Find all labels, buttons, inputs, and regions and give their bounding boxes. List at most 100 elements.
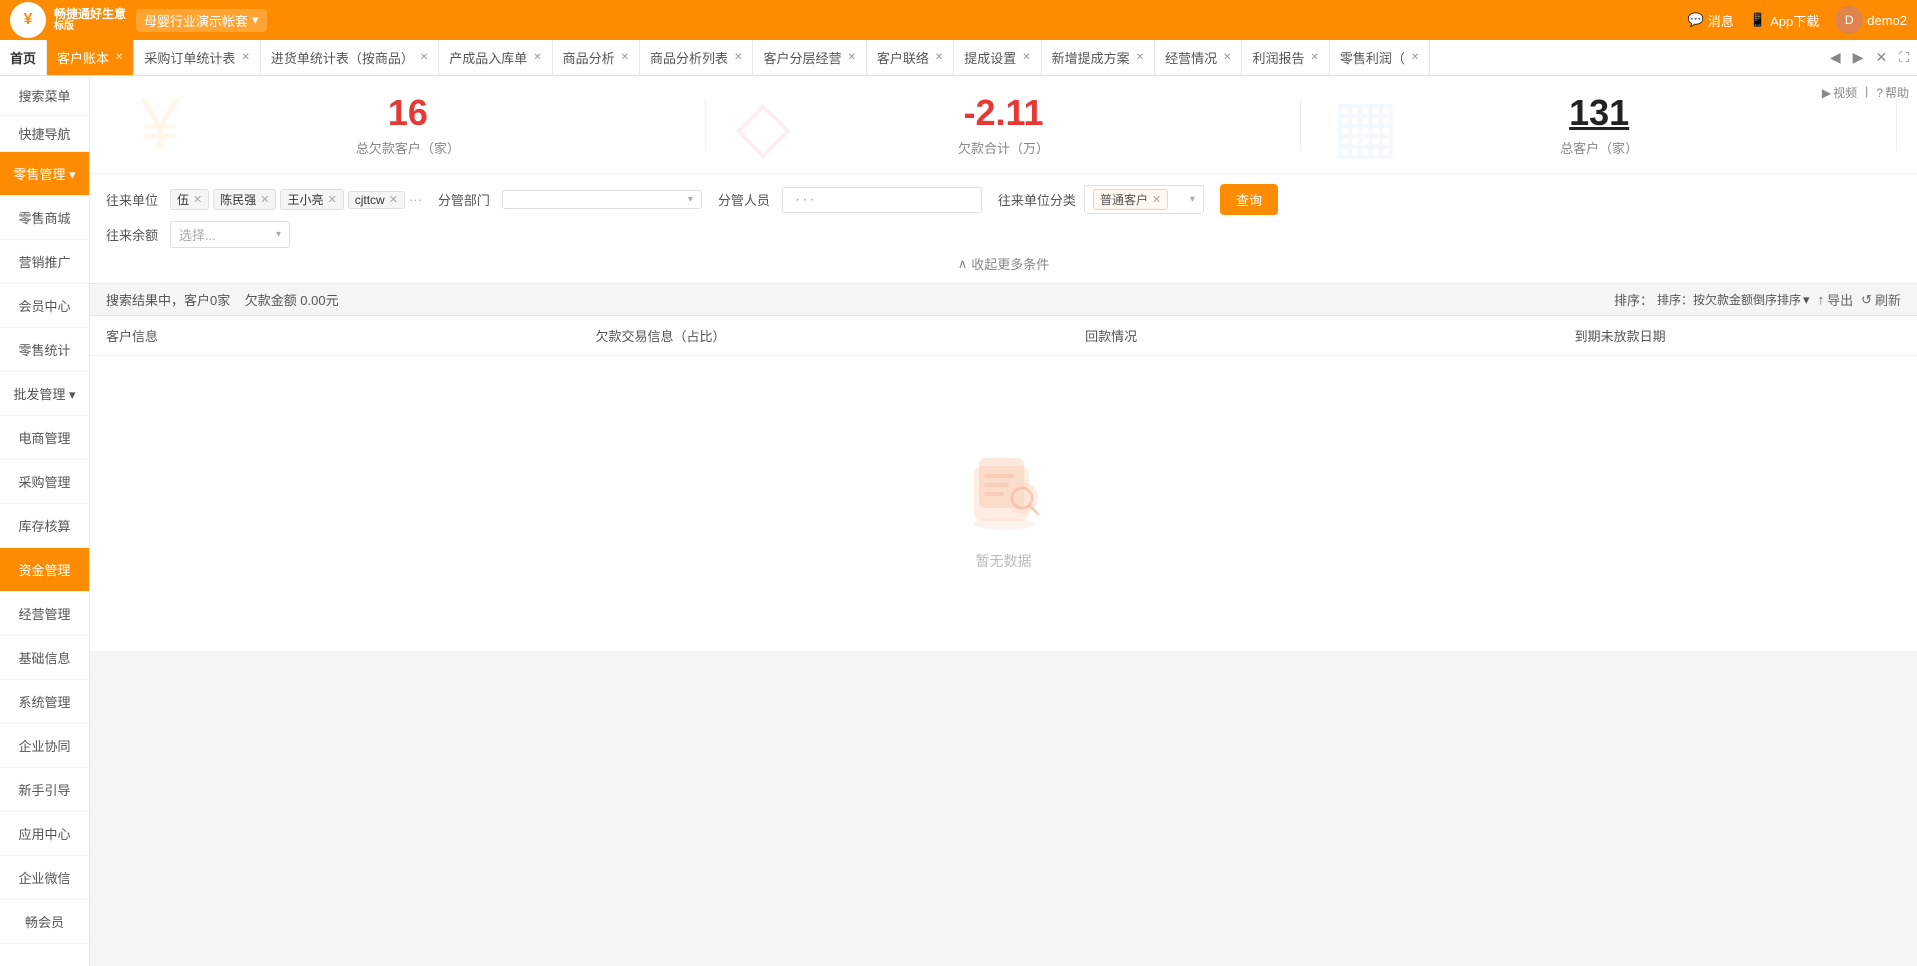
help-icon: ?: [1876, 86, 1883, 100]
empty-illustration: [954, 436, 1054, 539]
sidebar-item-ecommerce[interactable]: 电商管理: [0, 416, 89, 460]
remove-tag-chen[interactable]: ✕: [260, 193, 269, 206]
tab-purchase-order[interactable]: 采购订单统计表 ✕: [134, 40, 260, 75]
close-tab-icon[interactable]: ✕: [1022, 52, 1030, 63]
sidebar-item-new-guide[interactable]: 新手引导: [0, 768, 89, 812]
close-tab-icon[interactable]: ✕: [533, 52, 541, 63]
sidebar-item-retail-mgmt[interactable]: 零售管理 ▾: [0, 152, 89, 196]
filter-tag-cjttcw: cjttcw ✕: [348, 191, 405, 209]
download-icon: 📱: [1750, 12, 1766, 28]
sidebar-item-enterprise-collab[interactable]: 企业协同: [0, 724, 89, 768]
chevron-down-icon: ▾: [1190, 194, 1195, 205]
refresh-icon: ↺: [1861, 292, 1872, 308]
stat2-bg-icon: ◇: [736, 83, 791, 167]
tab-next-icon[interactable]: ▶: [1849, 47, 1868, 68]
sidebar-item-system-mgmt[interactable]: 系统管理: [0, 680, 89, 724]
sidebar-item-app-center[interactable]: 应用中心: [0, 812, 89, 856]
tab-operations[interactable]: 经营情况 ✕: [1155, 40, 1242, 75]
sort-select[interactable]: 排序：按欠款金额倒序排序 ▾: [1657, 291, 1810, 308]
close-tab-icon[interactable]: ✕: [241, 52, 249, 63]
sidebar-item-purchase-mgmt[interactable]: 采购管理: [0, 460, 89, 504]
chevron-down-icon: ▾: [1803, 292, 1810, 308]
stat-actions: ▶ 视频 | ? 帮助: [1822, 84, 1909, 101]
tab-close-all-icon[interactable]: ✕: [1871, 47, 1891, 68]
sidebar-item-member-center[interactable]: 会员中心: [0, 284, 89, 328]
tab-goods-analysis-list[interactable]: 商品分析列表 ✕: [640, 40, 753, 75]
sidebar-item-basic-info[interactable]: 基础信息: [0, 636, 89, 680]
user-profile-btn[interactable]: D demo2: [1835, 6, 1907, 34]
sidebar-item-marketing[interactable]: 营销推广: [0, 240, 89, 284]
sidebar-quick-nav[interactable]: 快捷导航: [0, 116, 89, 152]
filter-more-btn[interactable]: ···: [409, 192, 422, 207]
account-selector[interactable]: 母婴行业演示帐套 ▾: [136, 9, 267, 32]
stat-total-debtor: ¥ 16 总欠款客户（家）: [110, 92, 706, 157]
tab-incoming-stats[interactable]: 进货单统计表（按商品） ✕: [261, 40, 439, 75]
sidebar-item-operations-mgmt[interactable]: 经营管理: [0, 592, 89, 636]
sidebar-search[interactable]: 搜索菜单: [0, 76, 89, 116]
tab-promote-settings[interactable]: 提成设置 ✕: [954, 40, 1041, 75]
col-header-repay: 回款情况: [1085, 326, 1575, 345]
close-tab-icon[interactable]: ✕: [1311, 52, 1319, 63]
filter-label-person: 分管人员: [718, 190, 774, 209]
export-icon: ↑: [1818, 292, 1825, 307]
tab-maximize-icon[interactable]: ⛶: [1895, 47, 1913, 68]
video-btn[interactable]: ▶ 视频: [1822, 84, 1857, 101]
close-tab-icon[interactable]: ✕: [847, 52, 855, 63]
col-header-date: 到期未放款日期: [1575, 326, 1901, 345]
logo: ¥ 畅捷通好生意 标版: [10, 2, 126, 38]
close-tab-icon[interactable]: ✕: [1411, 52, 1419, 63]
chevron-down-icon: ▾: [69, 387, 76, 402]
close-tab-icon[interactable]: ✕: [115, 52, 123, 63]
sidebar-item-inventory[interactable]: 库存核算: [0, 504, 89, 548]
tab-prev-icon[interactable]: ◀: [1826, 47, 1845, 68]
tab-customer-connect[interactable]: 客户联络 ✕: [867, 40, 954, 75]
tab-new-promotion[interactable]: 新增提成方案 ✕: [1042, 40, 1155, 75]
filter-person-dots[interactable]: ···: [795, 191, 817, 209]
table-header: 客户信息 欠款交易信息（占比） 回款情况 到期未放款日期: [90, 316, 1917, 356]
tab-customer-book[interactable]: 客户账本 ✕: [47, 40, 134, 75]
filter-person-select[interactable]: ···: [782, 187, 982, 213]
remove-tag-wang[interactable]: ✕: [327, 193, 336, 206]
sidebar-item-enterprise-wechat[interactable]: 企业微信: [0, 856, 89, 900]
close-tab-icon[interactable]: ✕: [420, 52, 428, 63]
top-bar: ¥ 畅捷通好生意 标版 母婴行业演示帐套 ▾ 💬 消息 📱 App下载 D: [0, 0, 1917, 40]
tab-home[interactable]: 首页: [0, 40, 47, 75]
stat2-value: -2.11: [963, 92, 1043, 134]
sidebar-item-wholesale-mgmt[interactable]: 批发管理 ▾: [0, 372, 89, 416]
sidebar-item-retail-stats[interactable]: 零售统计: [0, 328, 89, 372]
results-info: 搜索结果中，客户0家 欠款金额 0.00元: [106, 290, 339, 309]
tab-production-inbound[interactable]: 产成品入库单 ✕: [439, 40, 552, 75]
remove-tag-cjttcw[interactable]: ✕: [389, 193, 398, 206]
filter-collapse-btn[interactable]: ∧ 收起更多条件: [106, 254, 1901, 273]
sidebar-item-retail-mall[interactable]: 零售商城: [0, 196, 89, 240]
search-button[interactable]: 查询: [1220, 184, 1278, 215]
tab-profit-report[interactable]: 利润报告 ✕: [1242, 40, 1329, 75]
sidebar-item-vip-member[interactable]: 畅会员: [0, 900, 89, 944]
stat3-bg-icon: ▦: [1331, 83, 1399, 167]
app-download-btn[interactable]: 📱 App下载: [1750, 11, 1819, 30]
remove-tag-wu[interactable]: ✕: [193, 193, 202, 206]
filter-category-select[interactable]: 普通客户 ✕ ▾: [1084, 185, 1204, 214]
filter-dept-select[interactable]: ▾: [502, 190, 702, 209]
tab-retail-profit[interactable]: 零售利润（ ✕: [1330, 40, 1430, 75]
tab-customer-segment[interactable]: 客户分层经营 ✕: [753, 40, 866, 75]
stats-bar: ¥ 16 总欠款客户（家） ◇ -2.11 欠款合计（万） ▦ 131 总客户（…: [90, 76, 1917, 173]
help-btn[interactable]: ? 帮助: [1876, 84, 1909, 101]
filter-balance-select[interactable]: 选择... ▾: [170, 221, 290, 248]
filter-row-1: 往来单位 伍 ✕ 陈民强 ✕ 王小亮 ✕: [106, 184, 1901, 215]
stat-total-customers: ▦ 131 总客户（家）: [1301, 92, 1897, 157]
close-tab-icon[interactable]: ✕: [1223, 52, 1231, 63]
sidebar-item-capital-mgmt[interactable]: 资金管理: [0, 548, 89, 592]
play-icon: ▶: [1822, 86, 1831, 100]
remove-tag-normal-customer[interactable]: ✕: [1152, 193, 1161, 206]
stat2-label: 欠款合计（万）: [958, 138, 1049, 157]
tab-goods-analysis[interactable]: 商品分析 ✕: [553, 40, 640, 75]
close-tab-icon[interactable]: ✕: [734, 52, 742, 63]
close-tab-icon[interactable]: ✕: [935, 52, 943, 63]
refresh-btn[interactable]: ↺ 刷新: [1861, 290, 1901, 309]
nav-tabs: 首页 客户账本 ✕ 采购订单统计表 ✕ 进货单统计表（按商品） ✕ 产成品入库单…: [0, 40, 1917, 76]
export-btn[interactable]: ↑ 导出: [1818, 290, 1854, 309]
close-tab-icon[interactable]: ✕: [1136, 52, 1144, 63]
close-tab-icon[interactable]: ✕: [621, 52, 629, 63]
message-btn[interactable]: 💬 消息: [1688, 11, 1734, 30]
